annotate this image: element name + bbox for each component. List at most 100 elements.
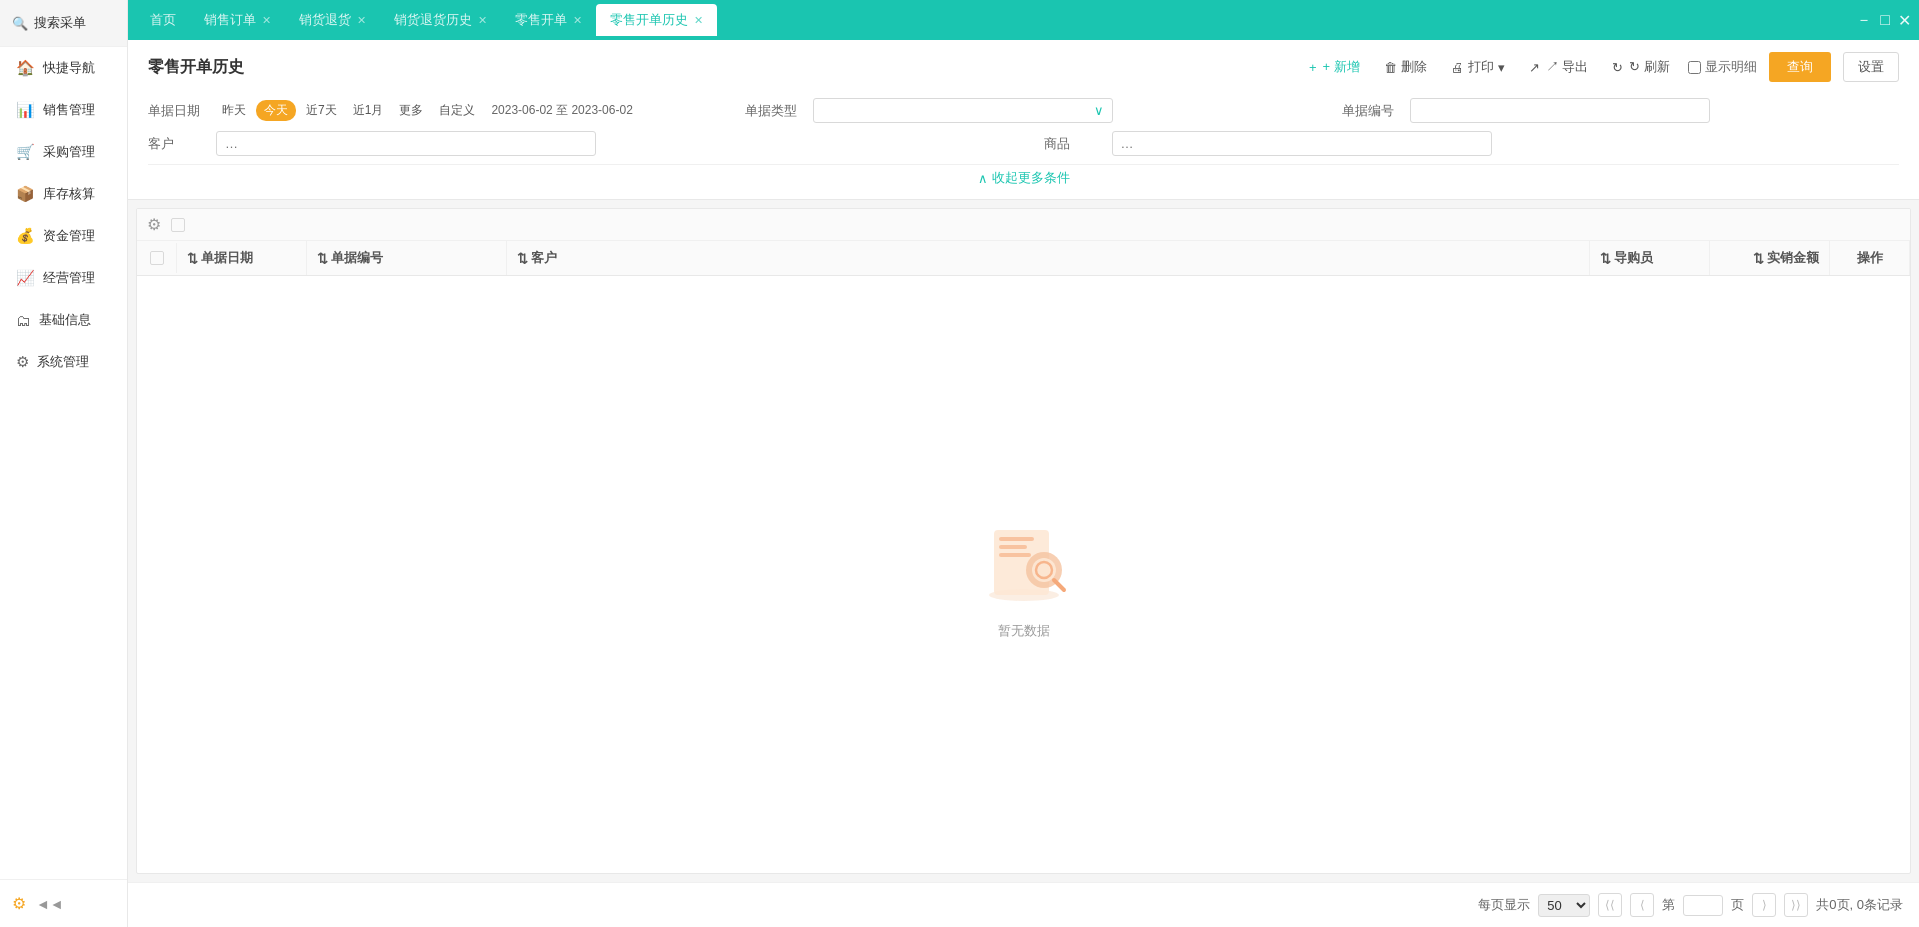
tab-sales-order[interactable]: 销售订单 ✕ [190,4,285,36]
add-button[interactable]: + + 新增 [1303,54,1366,80]
page-header: 零售开单历史 + + 新增 🗑 删除 🖨 打印 ▾ [128,40,1919,200]
date-opt-yesterday[interactable]: 昨天 [216,100,252,121]
tab-retail-open[interactable]: 零售开单 ✕ [501,4,596,36]
window-close-button[interactable]: ✕ [1898,11,1911,30]
th-customer[interactable]: ⇅ 客户 [507,241,1590,275]
query-button[interactable]: 查询 [1769,52,1831,82]
per-page-label: 每页显示 [1478,896,1530,914]
th-guide-label: 导购员 [1614,249,1653,267]
table-settings-icon[interactable]: ⚙ [147,215,161,234]
settings-gear-icon[interactable]: ⚙ [12,894,26,913]
type-select[interactable]: ∨ [813,98,1113,123]
page-title-row: 零售开单历史 + + 新增 🗑 删除 🖨 打印 ▾ [148,52,1899,82]
date-opt-custom[interactable]: 自定义 [433,100,481,121]
date-filter-label: 单据日期 [148,102,208,120]
settings-button[interactable]: 设置 [1843,52,1899,82]
th-date[interactable]: ⇅ 单据日期 [177,241,307,275]
code-filter-input[interactable] [1410,98,1710,123]
sidebar-item-label: 资金管理 [43,227,95,245]
svg-rect-3 [999,545,1027,549]
date-opt-7days[interactable]: 近7天 [300,100,343,121]
sidebar-item-zijin[interactable]: 💰 资金管理 [0,215,127,257]
refresh-label: ↻ 刷新 [1629,58,1670,76]
tab-retail-history[interactable]: 零售开单历史 ✕ [596,4,717,36]
tab-retail-open-label: 零售开单 [515,11,567,29]
select-all-checkbox[interactable] [171,218,185,232]
tab-sales-return[interactable]: 销货退货 ✕ [285,4,380,36]
sidebar-item-xiaoshou[interactable]: 📊 销售管理 [0,89,127,131]
sidebar-item-caigou[interactable]: 🛒 采购管理 [0,131,127,173]
filter-code-cell: 单据编号 [1342,98,1899,123]
collapse-sidebar-icon[interactable]: ◄◄ [36,896,64,912]
print-label: 打印 [1468,58,1494,76]
sidebar-item-label: 基础信息 [39,311,91,329]
tab-sales-order-label: 销售订单 [204,11,256,29]
filter-area: 单据日期 昨天 今天 近7天 近1月 更多 自定义 2023-06-02 至 2… [148,94,1899,199]
page-label: 第 [1662,896,1675,914]
sidebar-item-jichu[interactable]: 🗂 基础信息 [0,299,127,341]
window-maximize-button[interactable]: □ [1880,11,1890,29]
th-amount[interactable]: ⇅ 实销金额 [1710,241,1830,275]
empty-text: 暂无数据 [998,622,1050,640]
th-action: 操作 [1830,241,1910,275]
customer-filter-input[interactable] [216,131,596,156]
date-opt-more[interactable]: 更多 [393,100,429,121]
print-icon: 🖨 [1451,60,1464,75]
collapse-label: 收起更多条件 [992,169,1070,187]
tab-sales-return-close[interactable]: ✕ [357,14,366,27]
empty-state: 暂无数据 [137,276,1910,873]
th-code[interactable]: ⇅ 单据编号 [307,241,507,275]
tab-sales-return-history-close[interactable]: ✕ [478,14,487,27]
table-header: ⇅ 单据日期 ⇅ 单据编号 ⇅ 客户 ⇅ 导购员 ⇅ 实销金额 [137,241,1910,276]
main-area: 首页 销售订单 ✕ 销货退货 ✕ 销货退货历史 ✕ 零售开单 ✕ 零售开单历史 … [128,0,1919,927]
inventory-icon: 📦 [16,185,35,203]
page-input[interactable]: 1 [1683,895,1723,916]
tab-home[interactable]: 首页 [136,4,190,36]
export-button[interactable]: ↗ ↗ 导出 [1523,54,1595,80]
goods-filter-input[interactable] [1112,131,1492,156]
prev-page-button[interactable]: ⟨ [1630,893,1654,917]
th-customer-sort-icon: ⇅ [517,251,528,266]
sidebar-item-kuaijie[interactable]: 🏠 快捷导航 [0,47,127,89]
filter-customer-cell: 客户 [148,131,1004,156]
first-page-button[interactable]: ⟨⟨ [1598,893,1622,917]
sidebar-item-kucun[interactable]: 📦 库存核算 [0,173,127,215]
filter-goods-cell: 商品 [1044,131,1900,156]
sidebar-item-xitong[interactable]: ⚙ 系统管理 [0,341,127,383]
per-page-select[interactable]: 50 20 100 [1538,894,1590,917]
print-button[interactable]: 🖨 打印 ▾ [1445,54,1511,80]
sidebar-item-jingying[interactable]: 📈 经营管理 [0,257,127,299]
delete-button[interactable]: 🗑 删除 [1378,54,1433,80]
empty-illustration [974,510,1074,610]
table-toolbar: ⚙ [137,209,1910,241]
date-opt-today[interactable]: 今天 [256,100,296,121]
tab-sales-order-close[interactable]: ✕ [262,14,271,27]
refresh-button[interactable]: ↻ ↻ 刷新 [1606,54,1676,80]
display-detail-checkbox[interactable] [1688,61,1701,74]
window-minimize-button[interactable]: － [1856,10,1872,31]
collapse-more-button[interactable]: ∧ 收起更多条件 [148,164,1899,191]
tab-retail-open-close[interactable]: ✕ [573,14,582,27]
tab-sales-return-history[interactable]: 销货退货历史 ✕ [380,4,501,36]
th-action-label: 操作 [1857,249,1883,267]
sidebar-item-label: 快捷导航 [43,59,95,77]
display-detail-toggle[interactable]: 显示明细 [1688,58,1757,76]
sidebar: 🔍 搜索采单 🏠 快捷导航 📊 销售管理 🛒 采购管理 📦 库存核算 💰 资金管… [0,0,128,927]
tab-sales-return-history-label: 销货退货历史 [394,11,472,29]
add-label: + 新增 [1323,58,1360,76]
type-select-arrow: ∨ [1094,103,1104,118]
last-page-button[interactable]: ⟩⟩ [1784,893,1808,917]
collapse-icon: ∧ [978,171,988,186]
header-checkbox[interactable] [150,251,164,265]
tab-bar: 首页 销售订单 ✕ 销货退货 ✕ 销货退货历史 ✕ 零售开单 ✕ 零售开单历史 … [128,0,1919,40]
purchase-icon: 🛒 [16,143,35,161]
sidebar-item-label: 采购管理 [43,143,95,161]
tab-retail-history-close[interactable]: ✕ [694,14,703,27]
th-guide[interactable]: ⇅ 导购员 [1590,241,1710,275]
sidebar-item-label: 销售管理 [43,101,95,119]
print-arrow-icon: ▾ [1498,60,1505,75]
next-page-button[interactable]: ⟩ [1752,893,1776,917]
svg-line-7 [1054,580,1064,590]
date-opt-1month[interactable]: 近1月 [347,100,390,121]
sidebar-search[interactable]: 🔍 搜索采单 [0,0,127,47]
